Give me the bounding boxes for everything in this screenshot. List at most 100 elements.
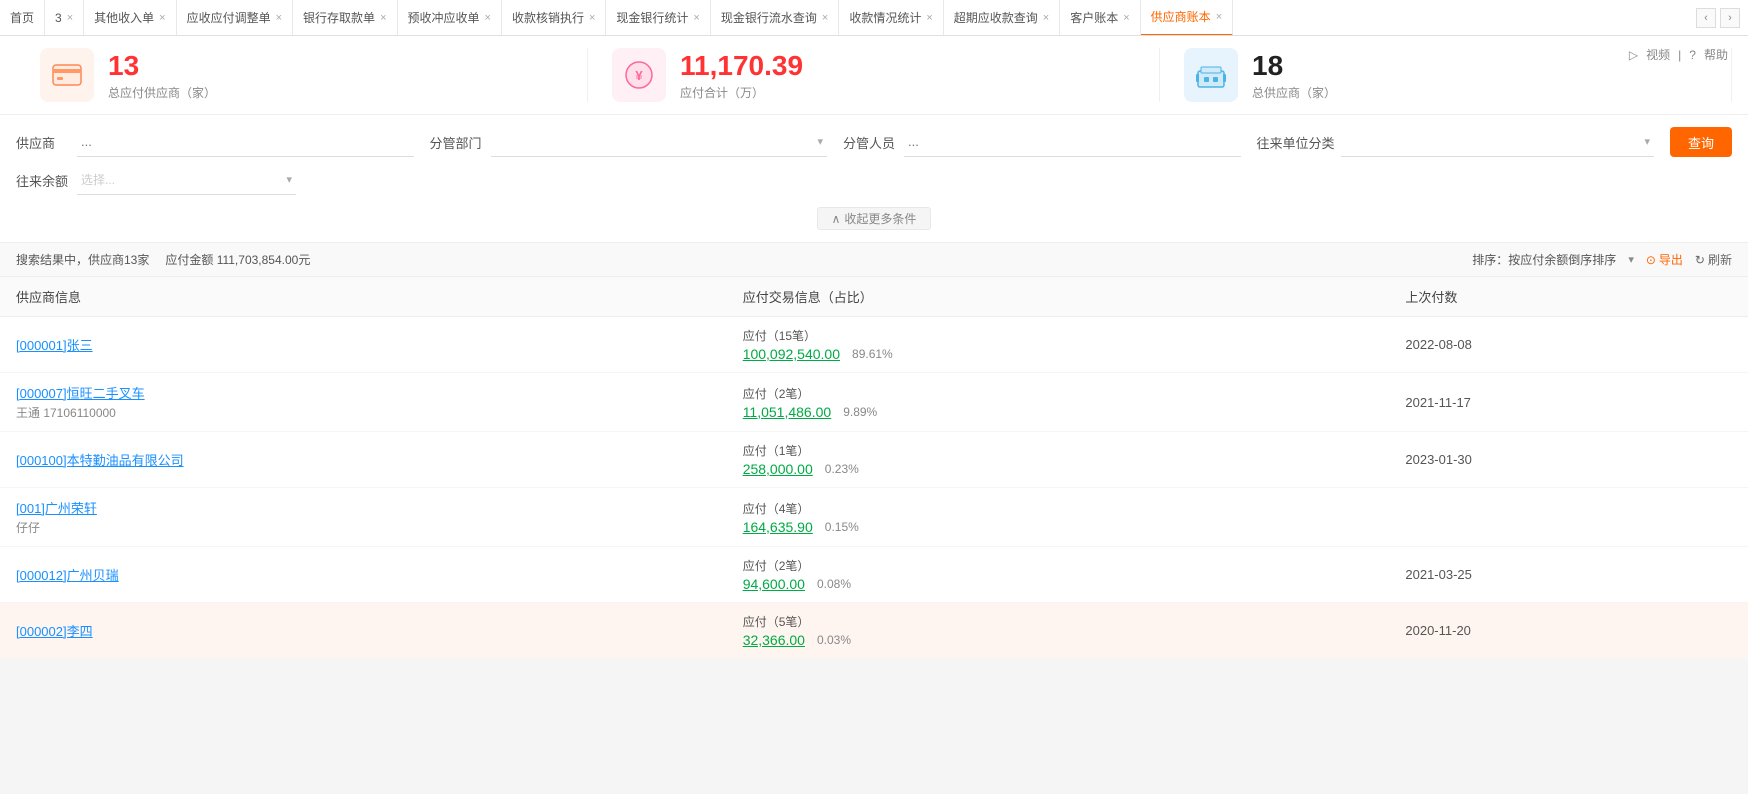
query-button[interactable]: 查询 <box>1670 127 1732 157</box>
chevron-down-icon: ▾ <box>817 135 823 148</box>
nav-tab-receipt-stats[interactable]: 收款情况统计 × <box>839 0 943 36</box>
nav-tab-prepay[interactable]: 预收冲应收单 × <box>398 0 502 36</box>
collapse-icon: ∧ <box>832 212 841 226</box>
refresh-button[interactable]: ↻ 刷新 <box>1695 251 1732 268</box>
category-select[interactable]: ▾ <box>1341 127 1654 157</box>
filter-balance: 往来余额 选择... ▾ <box>16 165 296 195</box>
amount-pct: 0.15% <box>825 520 859 534</box>
supplier-link[interactable]: [000001]张三 <box>16 338 93 353</box>
last-pay-cell: 2020-11-20 <box>1389 603 1748 659</box>
close-icon[interactable]: × <box>693 12 699 24</box>
export-icon: ⊙ <box>1646 253 1656 267</box>
supplier-link[interactable]: [000012]广州贝瑞 <box>16 568 119 583</box>
close-icon[interactable]: × <box>822 12 828 24</box>
last-pay-cell: 2023-01-30 <box>1389 432 1748 488</box>
close-icon[interactable]: × <box>276 12 282 24</box>
collapse-button[interactable]: ∧ 收起更多条件 <box>817 207 932 230</box>
nav-tab-supplier-ledger[interactable]: 供应商账本 × <box>1141 0 1233 36</box>
col-last-pay: 上次付数 <box>1389 277 1748 317</box>
nav-tab-cash-flow[interactable]: 现金银行流水查询 × <box>711 0 839 36</box>
amount-value[interactable]: 100,092,540.00 <box>743 346 840 362</box>
tx-label: 应付（4笔） <box>743 500 1374 517</box>
nav-prev-button[interactable]: ‹ <box>1696 8 1716 28</box>
close-icon[interactable]: × <box>380 12 386 24</box>
nav-tab-cash-stats[interactable]: 现金银行统计 × <box>606 0 710 36</box>
dept-select[interactable]: ▾ <box>491 127 828 157</box>
filter-supplier: 供应商 <box>16 127 414 157</box>
export-button[interactable]: ⊙ 导出 <box>1646 251 1683 268</box>
nav-tab-overdue-label: 超期应收款查询 <box>954 9 1038 26</box>
close-icon[interactable]: × <box>1043 12 1049 24</box>
last-pay-date: 2020-11-20 <box>1405 623 1471 638</box>
results-summary-text: 搜索结果中，供应商13家 <box>16 251 149 268</box>
table-row: [000001]张三 应付（15笔） 100,092,540.00 89.61% 202… <box>0 317 1748 373</box>
export-label: 导出 <box>1659 251 1683 268</box>
supplier-cell: [000012]广州贝瑞 <box>0 547 727 603</box>
chevron-down-icon: ▾ <box>286 173 292 186</box>
nav-tab-3[interactable]: 3 × <box>45 0 84 36</box>
help-link[interactable]: 帮助 <box>1704 46 1728 63</box>
close-icon[interactable]: × <box>1216 11 1222 23</box>
amount-value[interactable]: 32,366.00 <box>743 632 805 648</box>
payable-suppliers-label: 总应付供应商（家） <box>108 84 216 101</box>
nav-tab-overdue[interactable]: 超期应收款查询 × <box>944 0 1060 36</box>
close-icon[interactable]: × <box>1123 12 1129 24</box>
last-pay-cell <box>1389 488 1748 547</box>
nav-tab-other-income[interactable]: 其他收入单 × <box>84 0 176 36</box>
tx-label: 应付（2笔） <box>743 385 1374 402</box>
table-header-row: 供应商信息 应付交易信息（占比） 上次付数 <box>0 277 1748 317</box>
supplier-link[interactable]: [000007]恒旺二手叉车 <box>16 386 145 401</box>
nav-tab-cash-flow-label: 现金银行流水查询 <box>721 9 817 26</box>
nav-tab-customer-ledger[interactable]: 客户账本 × <box>1060 0 1140 36</box>
supplier-link[interactable]: [000002]李四 <box>16 624 93 639</box>
filter-category: 往来单位分类 ▾ <box>1257 127 1655 157</box>
balance-select[interactable]: 选择... ▾ <box>77 165 296 195</box>
close-icon[interactable]: × <box>159 12 165 24</box>
close-icon[interactable]: × <box>589 12 595 24</box>
table-row: [000100]本特勤油品有限公司 应付（1笔） 258,000.00 0.23% 20… <box>0 432 1748 488</box>
filter-person: 分管人员 <box>843 127 1241 157</box>
amount-value[interactable]: 11,051,486.00 <box>743 404 832 420</box>
supplier-cell: [001]广州荣轩仔仔 <box>0 488 727 547</box>
nav-tab-collection[interactable]: 收款核销执行 × <box>502 0 606 36</box>
nav-tab-home[interactable]: 首页 <box>0 0 45 36</box>
amount-value[interactable]: 258,000.00 <box>743 461 813 477</box>
tx-label: 应付（1笔） <box>743 442 1374 459</box>
summary-card-payable-suppliers: 13 总应付供应商（家） <box>16 48 588 102</box>
total-suppliers-icon <box>1184 48 1238 102</box>
close-icon[interactable]: × <box>485 12 491 24</box>
nav-tab-ar-adjust[interactable]: 应收应付调整单 × <box>177 0 293 36</box>
amount-pct: 0.08% <box>817 577 851 591</box>
last-pay-date: 2021-03-25 <box>1405 567 1472 582</box>
amount-pct: 0.23% <box>825 462 859 476</box>
amount-pct: 89.61% <box>852 347 893 361</box>
close-icon[interactable]: × <box>926 12 932 24</box>
supplier-link[interactable]: [000100]本特勤油品有限公司 <box>16 453 184 468</box>
amount-value[interactable]: 94,600.00 <box>743 576 805 592</box>
nav-next-button[interactable]: › <box>1720 8 1740 28</box>
close-icon[interactable]: × <box>67 12 73 24</box>
total-suppliers-label: 总供应商（家） <box>1252 84 1336 101</box>
last-pay-cell: 2021-03-25 <box>1389 547 1748 603</box>
supplier-link[interactable]: [001]广州荣轩 <box>16 501 97 516</box>
nav-tab-other-income-label: 其他收入单 <box>94 9 154 26</box>
payable-total-icon: ¥ <box>612 48 666 102</box>
nav-tab-bank-deposit-label: 银行存取款单 <box>303 9 375 26</box>
tx-cell: 应付（15笔） 100,092,540.00 89.61% <box>727 317 1390 373</box>
tx-label: 应付（5笔） <box>743 613 1374 630</box>
tx-label: 应付（15笔） <box>743 327 1374 344</box>
amount-value[interactable]: 164,635.90 <box>743 519 813 535</box>
supplier-input[interactable] <box>77 127 414 157</box>
col-supplier-info: 供应商信息 <box>0 277 727 317</box>
video-icon: ▷ <box>1629 48 1638 62</box>
payable-total-number: 11,170.39 <box>680 49 803 83</box>
amount-pct: 0.03% <box>817 633 851 647</box>
video-link[interactable]: 视频 <box>1646 46 1670 63</box>
nav-tab-supplier-ledger-label: 供应商账本 <box>1151 8 1211 25</box>
last-pay-cell: 2022-08-08 <box>1389 317 1748 373</box>
table-container: 供应商信息 应付交易信息（占比） 上次付数 [000001]张三 应付（15笔） 1… <box>0 277 1748 659</box>
nav-tab-bank-deposit[interactable]: 银行存取款单 × <box>293 0 397 36</box>
person-input[interactable] <box>904 127 1241 157</box>
supplier-label: 供应商 <box>16 133 71 152</box>
payable-total-label: 应付合计（万） <box>680 84 803 101</box>
